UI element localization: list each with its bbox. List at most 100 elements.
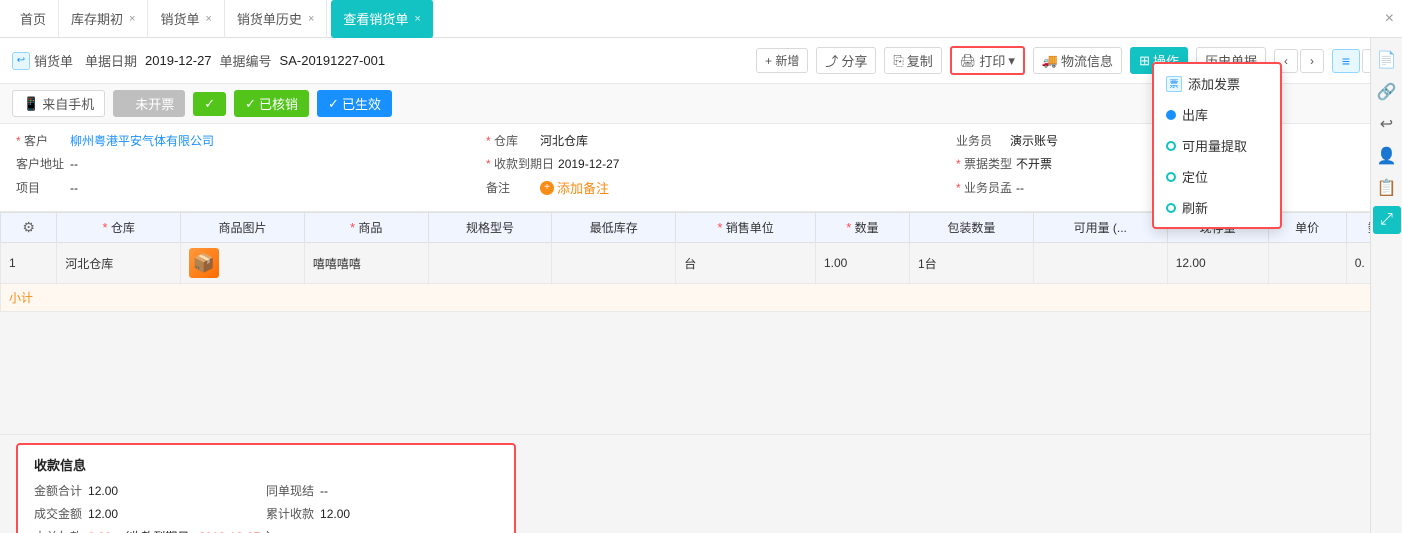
not-open-ticket-button[interactable]: 未开票	[113, 90, 185, 117]
project-value: --	[70, 181, 446, 195]
new-button[interactable]: + 新增	[756, 48, 808, 73]
outbound-icon	[1166, 110, 1176, 120]
logistics-label: 物流信息	[1061, 51, 1113, 70]
logistics-button[interactable]: 🚚 物流信息	[1033, 47, 1122, 74]
address-label: 客户地址	[16, 155, 66, 172]
total-value: 12.00	[88, 484, 118, 498]
share-button[interactable]: ⤴ 分享	[816, 47, 876, 74]
col-gear: ⚙	[1, 213, 57, 243]
from-mobile-label: 来自手机	[42, 94, 94, 113]
subtotal-label: 小计	[1, 284, 1402, 312]
add-note-button[interactable]: + 添加备注	[540, 178, 609, 197]
doc-number-label: 单据编号	[220, 51, 272, 70]
product-image: 📦	[189, 248, 219, 278]
tab-sales-history-label: 销货单历史	[237, 9, 302, 28]
tab-home-label: 首页	[20, 9, 46, 28]
due-value: 0.00	[88, 530, 111, 533]
print-label: 打印	[979, 51, 1005, 70]
refresh-label: 刷新	[1182, 198, 1208, 217]
tab-sales-order-label: 销货单	[160, 9, 199, 28]
payment-date-field: 收款到期日 2019-12-27	[486, 155, 916, 172]
col-warehouse: * 仓库	[57, 213, 181, 243]
mobile-icon: 📱	[23, 96, 39, 112]
staff2-label: 业务员孟	[956, 179, 1012, 196]
cumulative-value: 12.00	[320, 507, 350, 521]
effective-button[interactable]: ✓ 已生效	[317, 90, 392, 117]
total-label: 金额合计	[34, 482, 82, 499]
app-container: 首页 库存期初 × 销货单 × 销货单历史 × 查看销货单 × × ↩ 销货单	[0, 0, 1402, 533]
add-invoice-item[interactable]: 票 添加发票	[1154, 68, 1280, 99]
refresh-icon	[1166, 203, 1176, 213]
approved-button[interactable]: ✓ 已核销	[234, 90, 309, 117]
sidebar-expand-icon[interactable]: ⤢	[1373, 206, 1401, 234]
doc-type-label: 销货单	[34, 51, 73, 70]
col-product: * 商品	[304, 213, 428, 243]
row-stock: 12.00	[1167, 243, 1268, 284]
copy-button[interactable]: ⎘ 复制	[884, 47, 941, 74]
available-qty-item[interactable]: 可用量提取	[1154, 130, 1280, 161]
summary-row-1: 金额合计 12.00 同单现结 --	[34, 482, 498, 499]
window-close-button[interactable]: ×	[1385, 10, 1394, 28]
row-pack-qty: 1台	[910, 243, 1034, 284]
row-product: 嘻嘻嘻嘻	[304, 243, 428, 284]
tab-home[interactable]: 首页	[8, 0, 59, 38]
cumulative-label: 累计收款	[266, 505, 314, 522]
address-field: 客户地址 --	[16, 155, 446, 172]
tab-sales-history[interactable]: 销货单历史 ×	[225, 0, 327, 38]
due-note-close: ）	[266, 528, 278, 533]
cumulative-field: 累计收款 12.00	[266, 505, 498, 522]
sidebar-user-icon[interactable]: 👤	[1373, 142, 1401, 170]
col-unit: * 销售单位	[676, 213, 816, 243]
sidebar-link-icon[interactable]: 🔗	[1373, 78, 1401, 106]
same-order-field: 同单现结 --	[266, 482, 498, 499]
product-image-icon: 📦	[193, 253, 215, 274]
sidebar-doc-icon[interactable]: 📄	[1373, 46, 1401, 74]
effective-label: 已生效	[342, 94, 381, 113]
next-button[interactable]: ›	[1300, 49, 1324, 73]
tab-sales-order-close[interactable]: ×	[205, 13, 211, 25]
print-icon: 🖨	[960, 53, 977, 69]
sidebar-return-icon[interactable]: ↩	[1373, 110, 1401, 138]
warehouse-label: 仓库	[486, 132, 536, 149]
doc-number-value: SA-20191227-001	[280, 53, 386, 68]
add-invoice-icon: 票	[1166, 76, 1182, 92]
deal-field: 成交金额 12.00	[34, 505, 266, 522]
summary-row-3: 本单欠款 0.00 （收款到期日: 2019-12-27）	[34, 528, 498, 533]
locate-item[interactable]: 定位	[1154, 161, 1280, 192]
row-qty: 1.00	[815, 243, 909, 284]
refresh-item[interactable]: 刷新	[1154, 192, 1280, 223]
outbound-item[interactable]: 出库	[1154, 99, 1280, 130]
summary-title: 收款信息	[34, 455, 498, 474]
address-value: --	[70, 157, 446, 171]
col-min-stock: 最低库存	[552, 213, 676, 243]
not-open-label: 未开票	[135, 94, 174, 113]
sidebar-clipboard-icon[interactable]: 📋	[1373, 174, 1401, 202]
tab-inventory-close[interactable]: ×	[129, 13, 135, 25]
warehouse-field: 仓库 河北仓库	[486, 132, 916, 149]
copy-icon: ⎘	[893, 53, 903, 69]
logistics-icon: 🚚	[1042, 53, 1058, 69]
customer-value[interactable]: 柳州粤港平安气体有限公司	[70, 132, 446, 149]
add-note-label: 添加备注	[557, 178, 609, 197]
approved-icon: ✓	[245, 96, 256, 112]
operation-icon: ⊞	[1139, 53, 1150, 69]
tab-inventory-label: 库存期初	[71, 9, 123, 28]
check-button[interactable]: ✓	[193, 92, 226, 116]
print-button[interactable]: 🖨 打印 ▾	[950, 46, 1025, 75]
same-order-label: 同单现结	[266, 482, 314, 499]
tab-view-sales[interactable]: 查看销货单 ×	[331, 0, 433, 38]
due-date: 2019-12-27	[199, 530, 260, 533]
row-spec	[428, 243, 552, 284]
settings-icon[interactable]: ⚙	[22, 219, 35, 235]
list-view-button[interactable]: ≡	[1332, 49, 1360, 73]
tab-sales-order[interactable]: 销货单 ×	[148, 0, 224, 38]
row-warehouse: 河北仓库	[57, 243, 181, 284]
approved-label: 已核销	[259, 94, 298, 113]
col-qty: * 数量	[815, 213, 909, 243]
from-mobile-button[interactable]: 📱 来自手机	[12, 90, 105, 117]
tab-inventory[interactable]: 库存期初 ×	[59, 0, 148, 38]
print-dropdown-arrow: ▾	[1008, 53, 1015, 69]
tab-sales-history-close[interactable]: ×	[308, 13, 314, 25]
tab-view-sales-close[interactable]: ×	[414, 13, 420, 25]
ticket-type-label: 票据类型	[956, 155, 1012, 172]
